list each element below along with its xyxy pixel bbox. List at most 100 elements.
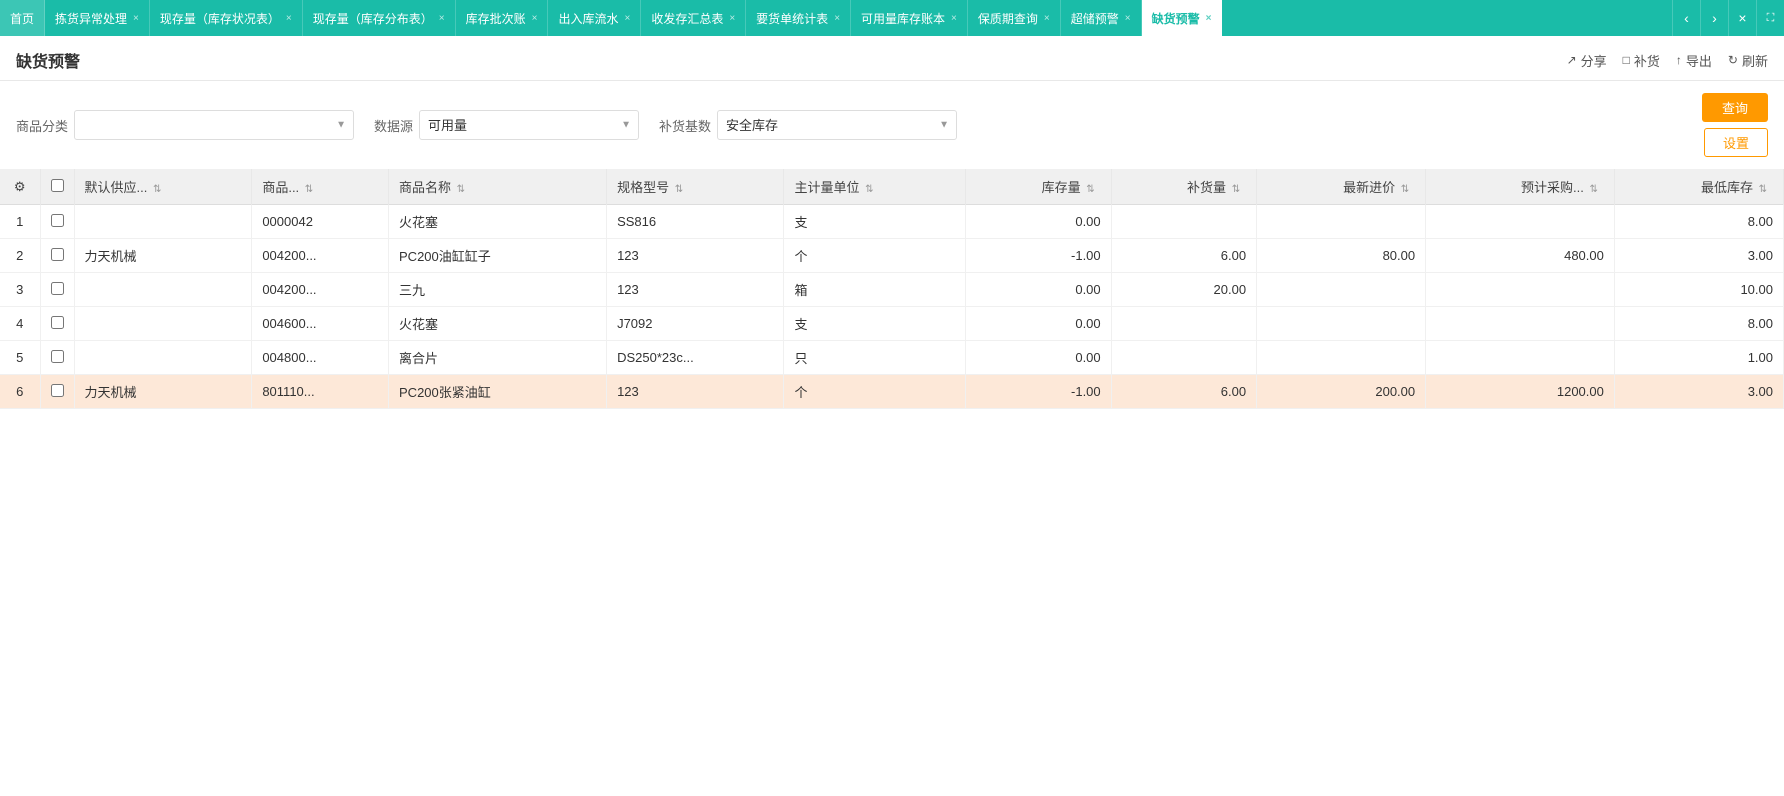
min-stock-sort-icon: ⇅ xyxy=(1759,184,1767,195)
row-product-name-5: PC200张紧油缸 xyxy=(389,375,607,409)
row-checkbox-4[interactable] xyxy=(40,341,74,375)
select-all-checkbox[interactable] xyxy=(51,179,64,192)
close-window-button[interactable]: × xyxy=(1728,0,1756,36)
row-unit-2: 箱 xyxy=(784,273,966,307)
row-replenish-qty-2: 20.00 xyxy=(1111,273,1256,307)
product-code-column-header[interactable]: 商品... ⇅ xyxy=(252,169,389,205)
table-row: 4 004600... 火花塞 J7092 支 0.00 8.00 xyxy=(0,307,1784,341)
row-checkbox-3[interactable] xyxy=(40,307,74,341)
row-product-code-2: 004200... xyxy=(252,273,389,307)
stock-column-header[interactable]: 库存量 ⇅ xyxy=(966,169,1111,205)
refresh-button[interactable]: ↻ 刷新 xyxy=(1728,51,1768,70)
stock-sort-icon: ⇅ xyxy=(1086,184,1094,195)
row-no-5: 6 xyxy=(0,375,40,409)
row-checkbox-2[interactable] xyxy=(40,273,74,307)
supplier-sort-icon: ⇅ xyxy=(153,184,161,195)
row-stock-1: -1.00 xyxy=(966,239,1111,273)
table-row: 2 力天机械 004200... PC200油缸缸子 123 个 -1.00 6… xyxy=(0,239,1784,273)
min-stock-column-header[interactable]: 最低库存 ⇅ xyxy=(1614,169,1783,205)
close-tab-7[interactable]: × xyxy=(834,13,840,24)
supplier-column-header[interactable]: 默认供应... ⇅ xyxy=(74,169,252,205)
row-estimated-purchase-4 xyxy=(1426,341,1615,375)
row-min-stock-0: 8.00 xyxy=(1614,205,1783,239)
row-estimated-purchase-3 xyxy=(1426,307,1615,341)
row-unit-3: 支 xyxy=(784,307,966,341)
product-name-column-header[interactable]: 商品名称 ⇅ xyxy=(389,169,607,205)
row-latest-price-1: 80.00 xyxy=(1257,239,1426,273)
latest-price-sort-icon: ⇅ xyxy=(1401,184,1409,195)
row-checkbox-1[interactable] xyxy=(40,239,74,273)
close-tab-3[interactable]: × xyxy=(439,13,445,24)
nav-tab-10[interactable]: 超储预警 × xyxy=(1061,0,1142,36)
row-product-name-0: 火花塞 xyxy=(389,205,607,239)
close-tab-5[interactable]: × xyxy=(624,13,630,24)
close-tab-2[interactable]: × xyxy=(286,13,292,24)
settings-button[interactable]: 设置 xyxy=(1704,128,1768,157)
row-supplier-1: 力天机械 xyxy=(74,239,252,273)
replenish-base-select[interactable]: 安全库存 xyxy=(717,110,957,140)
row-unit-4: 只 xyxy=(784,341,966,375)
datasource-select[interactable]: 可用量 xyxy=(419,110,639,140)
row-replenish-qty-0 xyxy=(1111,205,1256,239)
latest-price-column-header[interactable]: 最新进价 ⇅ xyxy=(1257,169,1426,205)
close-tab-10[interactable]: × xyxy=(1125,13,1131,24)
close-tab-1[interactable]: × xyxy=(133,13,139,24)
row-replenish-qty-1: 6.00 xyxy=(1111,239,1256,273)
close-tab-6[interactable]: × xyxy=(729,13,735,24)
row-supplier-3 xyxy=(74,307,252,341)
replenish-button[interactable]: □ 补货 xyxy=(1623,51,1660,70)
close-tab-9[interactable]: × xyxy=(1044,13,1050,24)
row-spec-4: DS250*23c... xyxy=(607,341,784,375)
nav-tab-4[interactable]: 库存批次账 × xyxy=(456,0,549,36)
row-product-name-1: PC200油缸缸子 xyxy=(389,239,607,273)
nav-tab-1[interactable]: 拣货异常处理 × xyxy=(45,0,150,36)
unit-column-header[interactable]: 主计量单位 ⇅ xyxy=(784,169,966,205)
row-spec-3: J7092 xyxy=(607,307,784,341)
row-product-code-1: 004200... xyxy=(252,239,389,273)
fullscreen-button[interactable]: ⛶ xyxy=(1756,0,1784,36)
table-row: 1 0000042 火花塞 SS816 支 0.00 8.00 xyxy=(0,205,1784,239)
datasource-label: 数据源 xyxy=(374,116,413,135)
query-button[interactable]: 查询 xyxy=(1702,93,1768,122)
row-replenish-qty-5: 6.00 xyxy=(1111,375,1256,409)
row-supplier-2 xyxy=(74,273,252,307)
replenish-base-filter: 补货基数 安全库存 xyxy=(659,110,957,140)
export-button[interactable]: ↑ 导出 xyxy=(1676,51,1712,70)
spec-column-header[interactable]: 规格型号 ⇅ xyxy=(607,169,784,205)
close-tab-8[interactable]: × xyxy=(951,13,957,24)
nav-tab-5[interactable]: 出入库流水 × xyxy=(548,0,641,36)
estimated-purchase-column-header[interactable]: 预计采购... ⇅ xyxy=(1426,169,1615,205)
row-stock-4: 0.00 xyxy=(966,341,1111,375)
replenish-base-label: 补货基数 xyxy=(659,116,711,135)
row-latest-price-0 xyxy=(1257,205,1426,239)
product-code-sort-icon: ⇅ xyxy=(305,184,313,195)
nav-left-button[interactable]: ‹ xyxy=(1672,0,1700,36)
replenish-qty-column-header[interactable]: 补货量 ⇅ xyxy=(1111,169,1256,205)
nav-tab-11[interactable]: 缺货预警 × xyxy=(1142,0,1223,36)
close-tab-4[interactable]: × xyxy=(532,13,538,24)
row-product-code-5: 801110... xyxy=(252,375,389,409)
nav-tab-7[interactable]: 要货单统计表 × xyxy=(746,0,851,36)
nav-tab-8[interactable]: 可用量库存账本 × xyxy=(851,0,968,36)
settings-column-header[interactable]: ⚙ xyxy=(0,169,40,205)
row-latest-price-4 xyxy=(1257,341,1426,375)
row-estimated-purchase-5: 1200.00 xyxy=(1426,375,1615,409)
share-button[interactable]: ↗ 分享 xyxy=(1567,51,1607,70)
nav-tab-2[interactable]: 现存量（库存状况表） × xyxy=(150,0,303,36)
row-product-name-2: 三九 xyxy=(389,273,607,307)
row-stock-2: 0.00 xyxy=(966,273,1111,307)
row-checkbox-5[interactable] xyxy=(40,375,74,409)
category-select[interactable] xyxy=(74,110,354,140)
row-checkbox-0[interactable] xyxy=(40,205,74,239)
page-container: 缺货预警 ↗ 分享 □ 补货 ↑ 导出 ↻ 刷新 商品分类 xyxy=(0,36,1784,796)
nav-tab-6[interactable]: 收发存汇总表 × xyxy=(641,0,746,36)
nav-tab-9[interactable]: 保质期查询 × xyxy=(968,0,1061,36)
close-tab-11[interactable]: × xyxy=(1206,13,1212,24)
datasource-select-wrapper: 可用量 xyxy=(419,110,639,140)
table-row: 6 力天机械 801110... PC200张紧油缸 123 个 -1.00 6… xyxy=(0,375,1784,409)
page-header: 缺货预警 ↗ 分享 □ 补货 ↑ 导出 ↻ 刷新 xyxy=(0,36,1784,81)
nav-tab-3[interactable]: 现存量（库存分布表） × xyxy=(303,0,456,36)
nav-tab-home[interactable]: 首页 xyxy=(0,0,45,36)
nav-right-button[interactable]: › xyxy=(1700,0,1728,36)
data-table: ⚙ 默认供应... ⇅ 商品... ⇅ 商品名称 ⇅ xyxy=(0,169,1784,409)
